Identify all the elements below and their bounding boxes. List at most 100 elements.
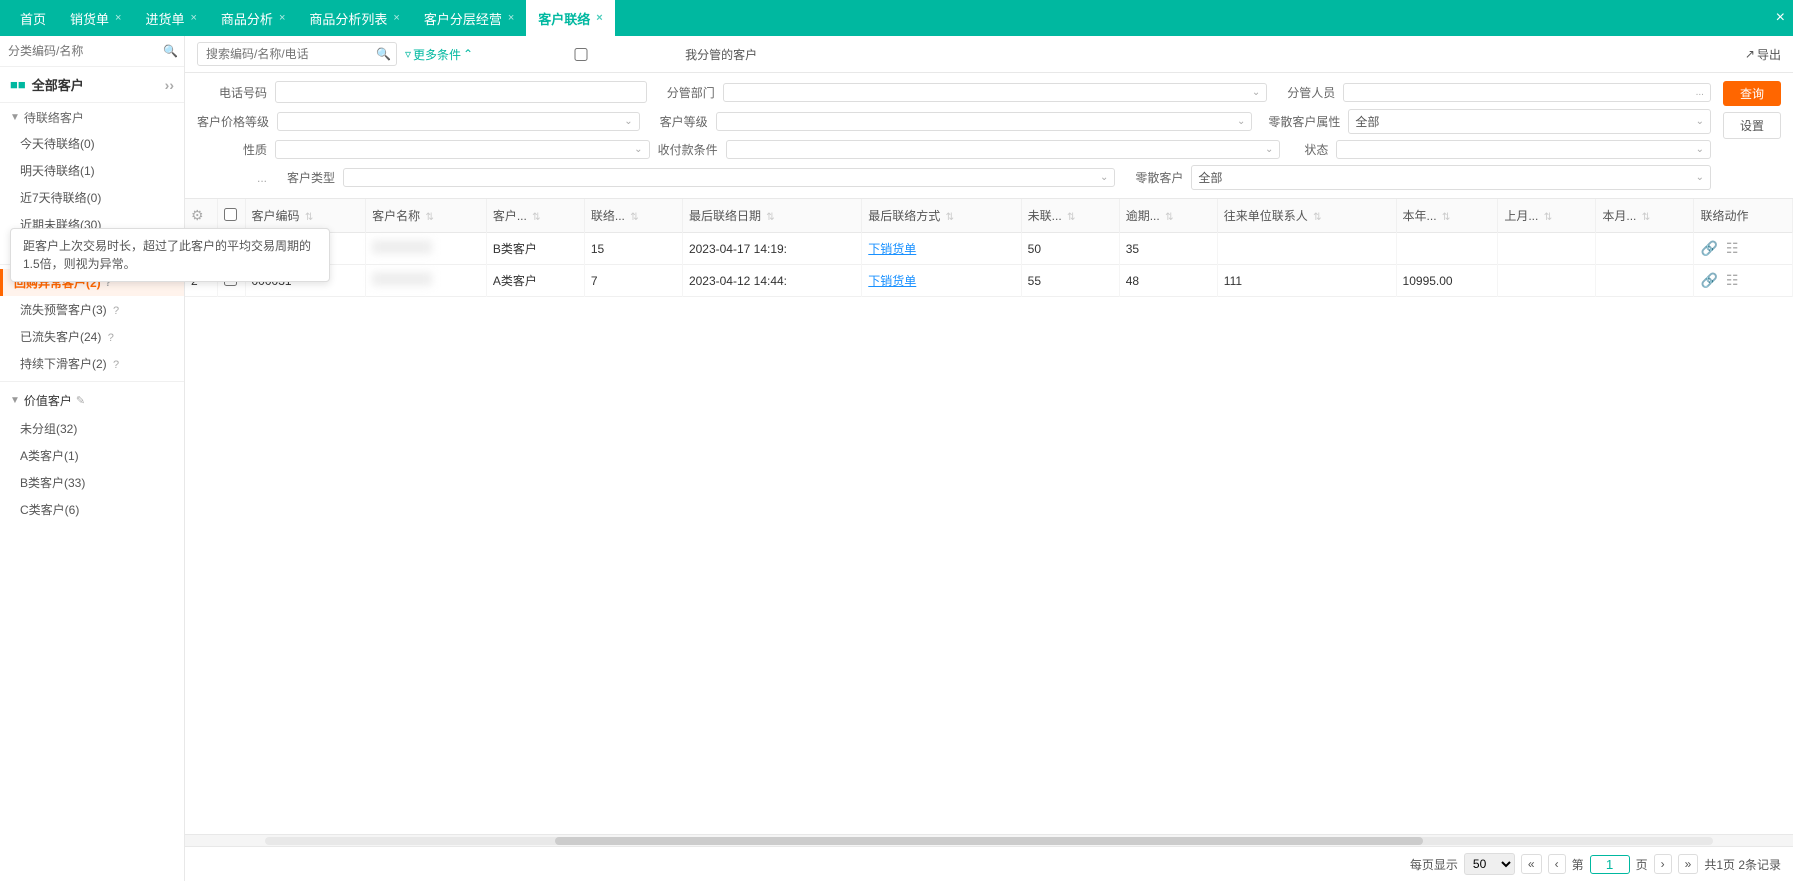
sort-uncontacted-icon[interactable]: ⇅ bbox=[1067, 212, 1075, 223]
horizontal-scrollbar[interactable] bbox=[185, 834, 1793, 846]
nav-item-analysis-list[interactable]: 商品分析列表 × bbox=[297, 0, 411, 36]
nav-item-analysis[interactable]: 商品分析 × bbox=[209, 0, 297, 36]
export-button[interactable]: ↗ 导出 bbox=[1745, 46, 1781, 63]
sidebar-group-value[interactable]: ▼ 价值客户 ✎ bbox=[0, 386, 184, 415]
page-first-button[interactable]: « bbox=[1521, 854, 1542, 874]
nav-close-analysis[interactable]: × bbox=[279, 12, 285, 24]
row2-link-icon[interactable]: 🔗 bbox=[1700, 272, 1717, 289]
customer-level-select[interactable]: ⌄ bbox=[716, 112, 1253, 131]
page-last-button[interactable]: » bbox=[1678, 854, 1699, 874]
row1-method-link[interactable]: 下销货单 bbox=[868, 242, 916, 256]
row2-method-link[interactable]: 下销货单 bbox=[868, 274, 916, 288]
sort-last-month-icon[interactable]: ⇅ bbox=[1544, 212, 1552, 223]
nav-close-all-button[interactable]: × bbox=[1776, 9, 1785, 27]
dept-select[interactable]: ⌄ bbox=[723, 83, 1268, 102]
more-filter-btn[interactable]: ... bbox=[197, 171, 267, 185]
sort-last-method-icon[interactable]: ⇅ bbox=[946, 212, 954, 223]
sidebar-group-pending[interactable]: ▼ 待联络客户 bbox=[0, 103, 184, 130]
nav-item-customer-tier[interactable]: 客户分层经营 × bbox=[412, 0, 526, 36]
sidebar-item-today[interactable]: 今天待联络(0) bbox=[0, 130, 184, 157]
col-actions: 联络动作 bbox=[1694, 199, 1793, 233]
sort-overdue-icon[interactable]: ⇅ bbox=[1165, 212, 1173, 223]
filter-row-4: ... 客户类型 ⌄ 零散客户 全部 ⌄ bbox=[197, 165, 1711, 190]
more-conditions-button[interactable]: ▿ 更多条件 ⌃ bbox=[405, 46, 473, 63]
price-level-select[interactable]: ⌄ bbox=[277, 112, 640, 131]
sidebar-item-unclassified[interactable]: 未分组(32) bbox=[0, 415, 184, 442]
main-search-input[interactable] bbox=[197, 42, 397, 66]
sort-type-icon[interactable]: ⇅ bbox=[532, 212, 540, 223]
sidebar-item-continuous-down[interactable]: 持续下滑客户(2) ? bbox=[0, 350, 184, 377]
nav-label-purchase: 进货单 bbox=[145, 9, 184, 28]
sidebar-collapse-button[interactable]: ›› bbox=[165, 77, 174, 93]
sort-this-month-icon[interactable]: ⇅ bbox=[1642, 212, 1650, 223]
page-next-button[interactable]: › bbox=[1654, 854, 1672, 874]
main-search-icon[interactable]: 🔍 bbox=[376, 47, 391, 61]
gender-select[interactable]: ⌄ bbox=[275, 140, 650, 159]
sidebar-item-already-lost[interactable]: 已流失客户(24) ? bbox=[0, 323, 184, 350]
sort-name-icon[interactable]: ⇅ bbox=[426, 212, 434, 223]
row2-contact-person: 111 bbox=[1217, 265, 1396, 297]
status-select[interactable]: ⌄ bbox=[1336, 140, 1711, 159]
customer-type-chevron-icon: ⌄ bbox=[1100, 172, 1108, 183]
nav-item-customer-contact[interactable]: 客户联络 × bbox=[526, 0, 614, 36]
continuous-down-info-icon[interactable]: ? bbox=[113, 359, 119, 371]
sort-contact-count-icon[interactable]: ⇅ bbox=[630, 212, 638, 223]
pay-select[interactable]: ⌄ bbox=[726, 140, 1281, 159]
col-this-month: 本月... ⇅ bbox=[1596, 199, 1694, 233]
sort-contact-person-icon[interactable]: ⇅ bbox=[1313, 212, 1321, 223]
per-page-select[interactable]: 50 20 100 bbox=[1464, 853, 1515, 875]
filter-bar: 🔍 ▿ 更多条件 ⌃ 我分管的客户 ↗ 导出 bbox=[185, 36, 1793, 73]
sort-last-date-icon[interactable]: ⇅ bbox=[766, 212, 774, 223]
current-page-input[interactable] bbox=[1590, 855, 1630, 874]
all-customers-label: 全部客户 bbox=[32, 75, 84, 94]
sidebar-search-input[interactable] bbox=[8, 44, 163, 58]
chevron-up-icon: ⌃ bbox=[463, 47, 473, 61]
pagination-bar: 每页显示 50 20 100 « ‹ 第 页 › » 共1页 2条记录 bbox=[185, 846, 1793, 881]
row1-link-icon[interactable]: 🔗 bbox=[1700, 240, 1717, 257]
scrollbar-thumb[interactable] bbox=[555, 837, 1424, 845]
page-prev-button[interactable]: ‹ bbox=[1548, 854, 1566, 874]
nav-close-sales[interactable]: × bbox=[115, 12, 121, 24]
sidebar-search-icon[interactable]: 🔍 bbox=[163, 44, 178, 58]
nav-close-analysis-list[interactable]: × bbox=[393, 12, 399, 24]
sidebar-item-b-class[interactable]: B类客户(33) bbox=[0, 469, 184, 496]
settings-button[interactable]: 设置 bbox=[1723, 112, 1781, 139]
row1-last-month bbox=[1498, 233, 1596, 265]
nav-close-customer-tier[interactable]: × bbox=[508, 12, 514, 24]
row1-grid-icon[interactable]: ☷ bbox=[1726, 240, 1739, 257]
my-customers-checkbox[interactable] bbox=[481, 48, 681, 61]
sidebar-item-tomorrow[interactable]: 明天待联络(1) bbox=[0, 157, 184, 184]
sort-code-icon[interactable]: ⇅ bbox=[305, 212, 313, 223]
nav-item-home[interactable]: 首页 bbox=[8, 0, 58, 36]
sidebar-all-customers-header[interactable]: ■■ 全部客户 ›› bbox=[0, 67, 184, 103]
nav-item-purchase[interactable]: 进货单 × bbox=[133, 0, 208, 36]
query-button[interactable]: 查询 bbox=[1723, 81, 1781, 106]
nav-close-purchase[interactable]: × bbox=[190, 12, 196, 24]
person-select[interactable]: ... bbox=[1343, 83, 1711, 102]
retail-attr-select[interactable]: 全部 ⌄ bbox=[1348, 109, 1711, 134]
sidebar-item-a-class[interactable]: A类客户(1) bbox=[0, 442, 184, 469]
row2-this-month bbox=[1596, 265, 1694, 297]
price-level-label: 客户价格等级 bbox=[197, 113, 269, 130]
nav-item-sales[interactable]: 销货单 × bbox=[58, 0, 133, 36]
sidebar-item-7days[interactable]: 近7天待联络(0) bbox=[0, 184, 184, 211]
filter-icon: ▿ bbox=[405, 47, 411, 61]
sort-this-year-icon[interactable]: ⇅ bbox=[1442, 212, 1450, 223]
col-contact-count: 联络... ⇅ bbox=[584, 199, 682, 233]
row2-last-date: 2023-04-12 14:44: bbox=[682, 265, 861, 297]
sidebar-item-loss-warning[interactable]: 流失预警客户(3) ? bbox=[0, 296, 184, 323]
select-all-checkbox[interactable] bbox=[224, 208, 237, 221]
phone-input[interactable] bbox=[275, 81, 647, 103]
pay-chevron-icon: ⌄ bbox=[1265, 144, 1273, 155]
already-lost-info-icon[interactable]: ? bbox=[108, 332, 114, 344]
customer-type-select[interactable]: ⌄ bbox=[343, 168, 1115, 187]
table-row: 2 000031 A类客户 7 2023-04-12 14:44: 下销货单 5… bbox=[185, 265, 1793, 297]
value-edit-icon[interactable]: ✎ bbox=[76, 394, 85, 407]
row2-grid-icon[interactable]: ☷ bbox=[1726, 272, 1739, 289]
nav-close-customer-contact[interactable]: × bbox=[596, 12, 602, 24]
sidebar-item-c-class[interactable]: C类客户(6) bbox=[0, 496, 184, 523]
retail-customer-select[interactable]: 全部 ⌄ bbox=[1191, 165, 1711, 190]
row2-type: A类客户 bbox=[486, 265, 584, 297]
column-settings-icon[interactable]: ⚙ bbox=[191, 207, 204, 223]
loss-warning-info-icon[interactable]: ? bbox=[113, 305, 119, 317]
